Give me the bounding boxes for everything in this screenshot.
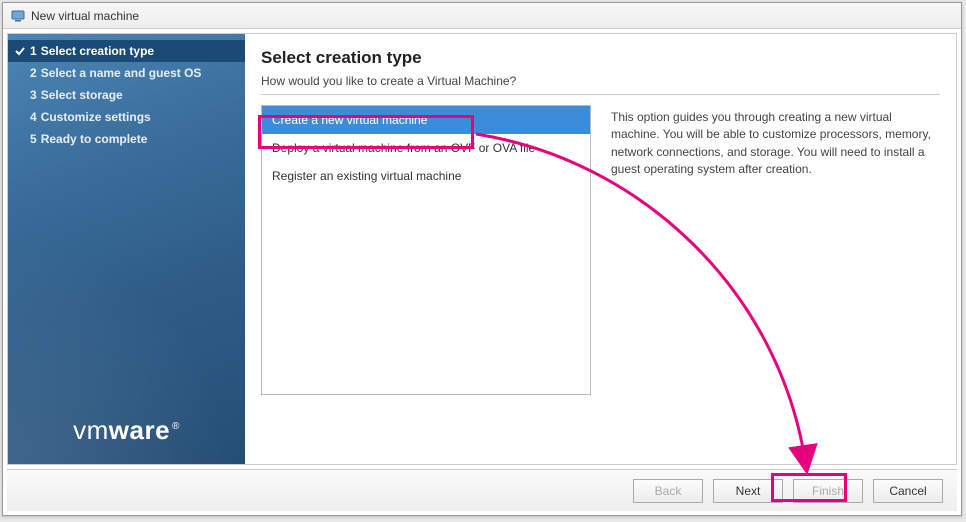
step-label: Select creation type <box>41 44 154 58</box>
wizard-window: New virtual machine 1 Select creation ty… <box>2 2 962 516</box>
step-number: 5 <box>30 132 37 146</box>
brand-reg: ® <box>172 421 180 432</box>
vm-icon <box>11 9 25 23</box>
step-number: 4 <box>30 110 37 124</box>
step-list: 1 Select creation type 2 Select a name a… <box>8 34 245 150</box>
divider <box>261 94 940 95</box>
page-title: Select creation type <box>261 48 940 68</box>
option-description: This option guides you through creating … <box>611 105 940 464</box>
step-number: 2 <box>30 66 37 80</box>
option-register-existing[interactable]: Register an existing virtual machine <box>262 162 590 190</box>
step-select-storage[interactable]: 3 Select storage <box>8 84 245 106</box>
step-number: 1 <box>30 44 37 58</box>
finish-button[interactable]: Finish <box>793 479 863 503</box>
wizard-main: Select creation type How would you like … <box>245 34 956 464</box>
step-ready-to-complete[interactable]: 5 Ready to complete <box>8 128 245 150</box>
option-create-new-vm[interactable]: Create a new virtual machine <box>262 106 590 134</box>
brand-ware: ware <box>109 415 170 445</box>
checkmark-icon <box>14 45 26 57</box>
step-label: Customize settings <box>41 110 151 124</box>
step-customize-settings[interactable]: 4 Customize settings <box>8 106 245 128</box>
option-deploy-ovf-ova[interactable]: Deploy a virtual machine from an OVF or … <box>262 134 590 162</box>
back-button[interactable]: Back <box>633 479 703 503</box>
step-number: 3 <box>30 88 37 102</box>
next-button[interactable]: Next <box>713 479 783 503</box>
page-subtitle: How would you like to create a Virtual M… <box>261 74 940 88</box>
step-label: Select a name and guest OS <box>41 66 202 80</box>
wizard-footer: Back Next Finish Cancel <box>7 469 957 511</box>
step-select-creation-type[interactable]: 1 Select creation type <box>8 40 245 62</box>
titlebar: New virtual machine <box>3 3 961 29</box>
wizard-body: 1 Select creation type 2 Select a name a… <box>7 33 957 465</box>
content-row: Create a new virtual machine Deploy a vi… <box>261 105 940 464</box>
creation-type-list[interactable]: Create a new virtual machine Deploy a vi… <box>261 105 591 395</box>
step-select-name-guest-os[interactable]: 2 Select a name and guest OS <box>8 62 245 84</box>
step-label: Select storage <box>41 88 123 102</box>
window-title: New virtual machine <box>31 9 139 23</box>
brand-vm: vm <box>73 415 109 445</box>
vmware-logo: vmware® <box>8 415 245 446</box>
wizard-sidebar: 1 Select creation type 2 Select a name a… <box>8 34 245 464</box>
cancel-button[interactable]: Cancel <box>873 479 943 503</box>
step-label: Ready to complete <box>41 132 148 146</box>
